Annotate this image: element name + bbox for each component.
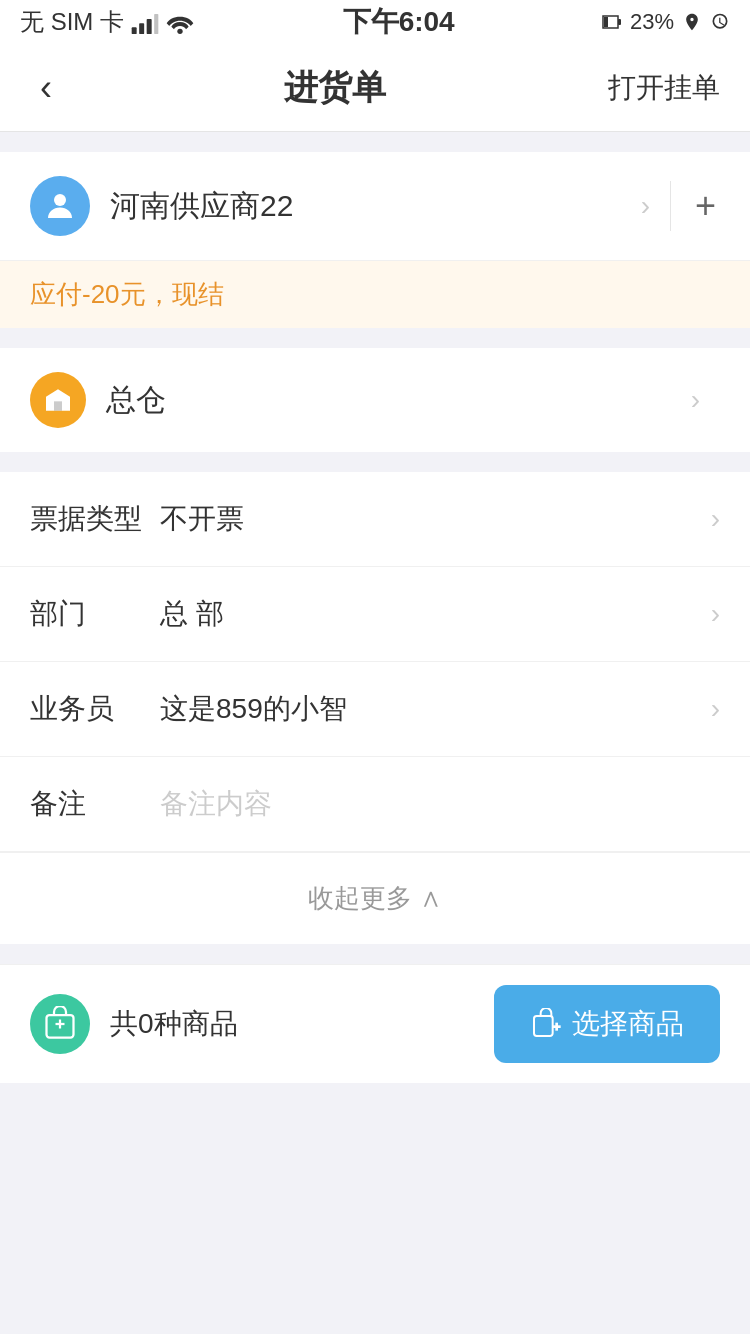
product-icon-wrap <box>30 994 90 1054</box>
salesperson-row[interactable]: 业务员 这是859的小智 › <box>0 662 750 757</box>
svg-point-4 <box>178 28 183 33</box>
salesperson-value: 这是859的小智 <box>160 690 711 728</box>
supplier-avatar <box>30 176 90 236</box>
nav-bar: ‹ 进货单 打开挂单 <box>0 44 750 132</box>
supplier-section: 河南供应商22 › + 应付-20元，现结 <box>0 152 750 328</box>
status-battery-area: 23% <box>602 9 730 35</box>
back-button[interactable]: ‹ <box>30 57 62 119</box>
section-divider-2 <box>0 328 750 348</box>
svg-rect-12 <box>534 1016 553 1036</box>
page-title: 进货单 <box>284 65 386 111</box>
invoice-type-chevron-icon: › <box>711 503 720 535</box>
supplier-name: 河南供应商22 <box>110 186 641 227</box>
svg-rect-5 <box>604 17 608 27</box>
warehouse-name: 总仓 <box>106 380 691 421</box>
battery-percent: 23% <box>630 9 674 35</box>
warehouse-row[interactable]: 总仓 › <box>0 348 750 452</box>
status-time: 下午6:04 <box>343 3 455 41</box>
department-value: 总 部 <box>160 595 711 633</box>
remark-placeholder: 备注内容 <box>160 785 720 823</box>
salesperson-label: 业务员 <box>30 690 160 728</box>
remaining-background <box>0 1083 750 1334</box>
product-count: 共0种商品 <box>110 1005 494 1043</box>
svg-point-7 <box>54 194 66 206</box>
remark-row[interactable]: 备注 备注内容 <box>0 757 750 852</box>
warehouse-icon <box>30 372 86 428</box>
svg-rect-1 <box>139 23 144 34</box>
warehouse-section: 总仓 › <box>0 348 750 452</box>
department-label: 部门 <box>30 595 160 633</box>
department-row[interactable]: 部门 总 部 › <box>0 567 750 662</box>
select-product-button[interactable]: 选择商品 <box>494 985 720 1063</box>
status-bar: 无 SIM 卡 下午6:04 23% <box>0 0 750 44</box>
supplier-row[interactable]: 河南供应商22 › + <box>0 152 750 261</box>
bottom-bar: 共0种商品 选择商品 <box>0 964 750 1083</box>
form-section: 票据类型 不开票 › 部门 总 部 › 业务员 这是859的小智 › 备注 备注… <box>0 472 750 944</box>
invoice-type-label: 票据类型 <box>30 500 160 538</box>
notice-text: 应付-20元，现结 <box>30 279 224 309</box>
status-signal: 无 SIM 卡 <box>20 6 195 38</box>
supplier-chevron-icon: › <box>641 190 650 222</box>
svg-rect-2 <box>146 19 151 34</box>
invoice-type-value: 不开票 <box>160 500 711 538</box>
collapse-label: 收起更多 ∧ <box>308 881 441 916</box>
section-divider-1 <box>0 132 750 152</box>
add-supplier-button[interactable]: + <box>670 181 720 231</box>
svg-rect-0 <box>131 27 136 34</box>
open-pending-button[interactable]: 打开挂单 <box>608 69 720 107</box>
svg-rect-8 <box>54 401 62 410</box>
collapse-row[interactable]: 收起更多 ∧ <box>0 852 750 944</box>
notice-banner: 应付-20元，现结 <box>0 261 750 328</box>
salesperson-chevron-icon: › <box>711 693 720 725</box>
select-product-label: 选择商品 <box>572 1005 684 1043</box>
svg-rect-6 <box>618 19 621 25</box>
warehouse-chevron-icon: › <box>691 384 700 416</box>
remark-label: 备注 <box>30 785 160 823</box>
invoice-type-row[interactable]: 票据类型 不开票 › <box>0 472 750 567</box>
svg-rect-3 <box>154 14 158 34</box>
department-chevron-icon: › <box>711 598 720 630</box>
